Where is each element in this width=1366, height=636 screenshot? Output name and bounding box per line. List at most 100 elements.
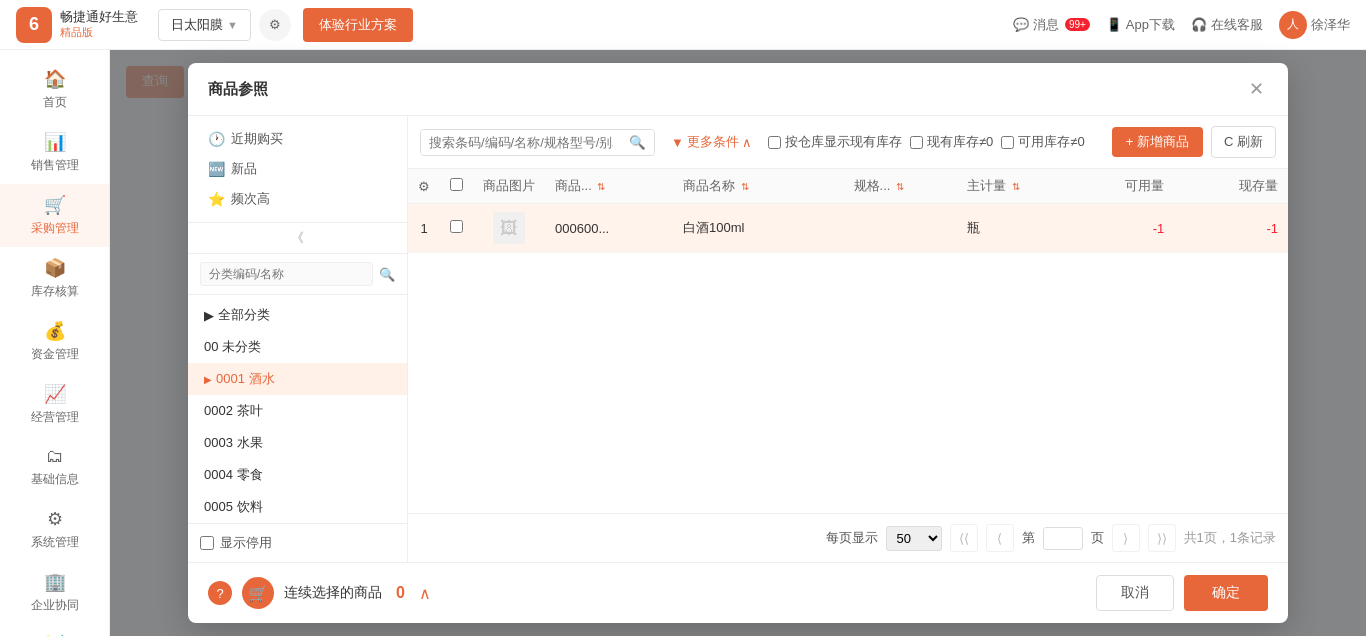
category-item-0002[interactable]: 0002 茶叶 xyxy=(188,395,407,427)
th-spec[interactable]: 规格... ⇅ xyxy=(844,169,958,204)
product-search-button[interactable]: 🔍 xyxy=(621,130,654,155)
row-available: -1 xyxy=(1060,204,1174,253)
online-service-item[interactable]: 🎧 在线客服 xyxy=(1191,16,1263,34)
row-checkbox[interactable] xyxy=(440,204,473,253)
quick-recent-label: 近期购买 xyxy=(231,130,283,148)
sidebar-item-operation[interactable]: 📈 经营管理 xyxy=(0,373,109,436)
online-service-label: 在线客服 xyxy=(1211,16,1263,34)
collapse-left-icon: 《 xyxy=(291,229,304,247)
category-item-0001[interactable]: ▶ 0001 酒水 xyxy=(188,363,407,395)
help-icon[interactable]: ? xyxy=(208,581,232,605)
category-search-icon[interactable]: 🔍 xyxy=(379,267,395,282)
table-row[interactable]: 1 🖼 000600... 白酒100ml xyxy=(408,204,1288,253)
sidebar-item-enterprise[interactable]: 🏢 企业协同 xyxy=(0,561,109,624)
selected-label: 连续选择的商品 xyxy=(284,584,382,602)
category-search-input[interactable] xyxy=(200,262,373,286)
sidebar-item-home[interactable]: 🏠 首页 xyxy=(0,58,109,121)
prev-page-button[interactable]: ⟨ xyxy=(986,524,1014,552)
system-icon: ⚙ xyxy=(47,508,63,530)
modal-close-button[interactable]: ✕ xyxy=(1244,77,1268,101)
product-search-input[interactable] xyxy=(421,130,621,155)
sidebar-item-purchase[interactable]: 🛒 采购管理 xyxy=(0,184,109,247)
product-table: ⚙ 商品图片 商品... xyxy=(408,169,1288,253)
first-page-button[interactable]: ⟨⟨ xyxy=(950,524,978,552)
purchase-icon: 🛒 xyxy=(44,194,66,216)
row-name: 白酒100ml xyxy=(673,204,844,253)
cat-label-0001: 0001 酒水 xyxy=(216,370,275,388)
quick-frequent[interactable]: ⭐ 频次高 xyxy=(200,184,395,214)
th-settings[interactable]: ⚙ xyxy=(408,169,440,204)
settings-icon[interactable]: ⚙ xyxy=(259,9,291,41)
add-product-button[interactable]: + 新增商品 xyxy=(1112,127,1203,157)
last-page-button[interactable]: ⟩⟩ xyxy=(1148,524,1176,552)
sidebar-item-system[interactable]: ⚙ 系统管理 xyxy=(0,498,109,561)
logo-icon: 6 xyxy=(16,7,52,43)
quick-new-label: 新品 xyxy=(231,160,257,178)
th-unit[interactable]: 主计量 ⇅ xyxy=(957,169,1060,204)
next-page-button[interactable]: ⟩ xyxy=(1112,524,1140,552)
show-disabled-label: 显示停用 xyxy=(220,534,272,552)
select-all-checkbox[interactable] xyxy=(450,178,463,191)
messages-item[interactable]: 💬 消息 99+ xyxy=(1013,16,1090,34)
row-select-checkbox[interactable] xyxy=(450,220,463,233)
quick-new[interactable]: 🆕 新品 xyxy=(200,154,395,184)
confirm-button[interactable]: 确定 xyxy=(1184,575,1268,611)
more-filter-button[interactable]: ▼ 更多条件 ∧ xyxy=(663,129,760,155)
avail-ne0-filter[interactable]: 可用库存≠0 xyxy=(1001,133,1084,151)
more-filter-label: 更多条件 xyxy=(687,133,739,151)
modal-right-panel: 🔍 ▼ 更多条件 ∧ 按仓库显示现有库存 xyxy=(408,116,1288,562)
cart-icon[interactable]: 🛒 xyxy=(242,577,274,609)
logo-sub: 精品版 xyxy=(60,25,138,40)
category-item-0004[interactable]: 0004 零食 xyxy=(188,459,407,491)
sort-spec-icon: ⇅ xyxy=(896,181,904,192)
quick-recent[interactable]: 🕐 近期购买 xyxy=(200,124,395,154)
cat-label-all: 全部分类 xyxy=(218,306,270,324)
page-size-select[interactable]: 20 50 100 xyxy=(886,526,942,551)
show-disabled-checkbox[interactable] xyxy=(200,536,214,550)
user-item[interactable]: 人 徐泽华 xyxy=(1279,11,1350,39)
modal-dialog: 商品参照 ✕ 🕐 近期购买 🆕 xyxy=(188,63,1288,623)
sidebar-item-finance[interactable]: 💰 资金管理 xyxy=(0,310,109,373)
warehouse-checkbox[interactable] xyxy=(768,136,781,149)
refresh-button[interactable]: C 刷新 xyxy=(1211,126,1276,158)
cancel-button[interactable]: 取消 xyxy=(1096,575,1174,611)
page-number-input[interactable]: 1 xyxy=(1043,527,1083,550)
sidebar-item-base[interactable]: 🗂 基础信息 xyxy=(0,436,109,498)
sidebar-item-guide[interactable]: 🔰 新手引导 xyxy=(0,624,109,636)
cat-label-0005: 0005 饮料 xyxy=(204,498,263,516)
category-item-0003[interactable]: 0003 水果 xyxy=(188,427,407,459)
row-code: 000600... xyxy=(545,204,673,253)
modal-body: 🕐 近期购买 🆕 新品 ⭐ 频次高 xyxy=(188,116,1288,562)
footer-right: 取消 确定 xyxy=(1096,575,1268,611)
store-selector[interactable]: 日太阳膜 ▼ xyxy=(158,9,251,41)
avail-ne0-checkbox[interactable] xyxy=(1001,136,1014,149)
sidebar-item-sales[interactable]: 📊 销售管理 xyxy=(0,121,109,184)
sidebar-item-inventory[interactable]: 📦 库存核算 xyxy=(0,247,109,310)
message-icon: 💬 xyxy=(1013,17,1029,32)
inventory-icon: 📦 xyxy=(44,257,66,279)
collapse-panel-button[interactable]: 《 xyxy=(188,223,407,254)
warehouse-filter[interactable]: 按仓库显示现有库存 xyxy=(768,133,902,151)
modal-header: 商品参照 ✕ xyxy=(188,63,1288,116)
footer-left: ? 🛒 连续选择的商品 0 ∧ xyxy=(208,577,431,609)
modal-title: 商品参照 xyxy=(208,80,268,99)
app-download-item[interactable]: 📱 App下载 xyxy=(1106,16,1175,34)
stock-ne0-checkbox[interactable] xyxy=(910,136,923,149)
th-code[interactable]: 商品... ⇅ xyxy=(545,169,673,204)
stock-ne0-filter[interactable]: 现有库存≠0 xyxy=(910,133,993,151)
category-item-all[interactable]: ▶ 全部分类 xyxy=(188,299,407,331)
page-size-label: 每页显示 xyxy=(826,529,878,547)
warehouse-filter-label: 按仓库显示现有库存 xyxy=(785,133,902,151)
th-name[interactable]: 商品名称 ⇅ xyxy=(673,169,844,204)
row-unit: 瓶 xyxy=(957,204,1060,253)
sales-icon: 📊 xyxy=(44,131,66,153)
topbar: 6 畅捷通好生意 精品版 日太阳膜 ▼ ⚙ 体验行业方案 💬 消息 99+ 📱 … xyxy=(0,0,1366,50)
stock-ne0-label: 现有库存≠0 xyxy=(927,133,993,151)
selected-count: 0 xyxy=(396,584,405,602)
footer-collapse-icon[interactable]: ∧ xyxy=(419,584,431,603)
experience-button[interactable]: 体验行业方案 xyxy=(303,8,413,42)
row-no: 1 xyxy=(408,204,440,253)
category-search-bar: 🔍 xyxy=(188,254,407,295)
category-item-00[interactable]: 00 未分类 xyxy=(188,331,407,363)
category-item-0005[interactable]: 0005 饮料 xyxy=(188,491,407,523)
